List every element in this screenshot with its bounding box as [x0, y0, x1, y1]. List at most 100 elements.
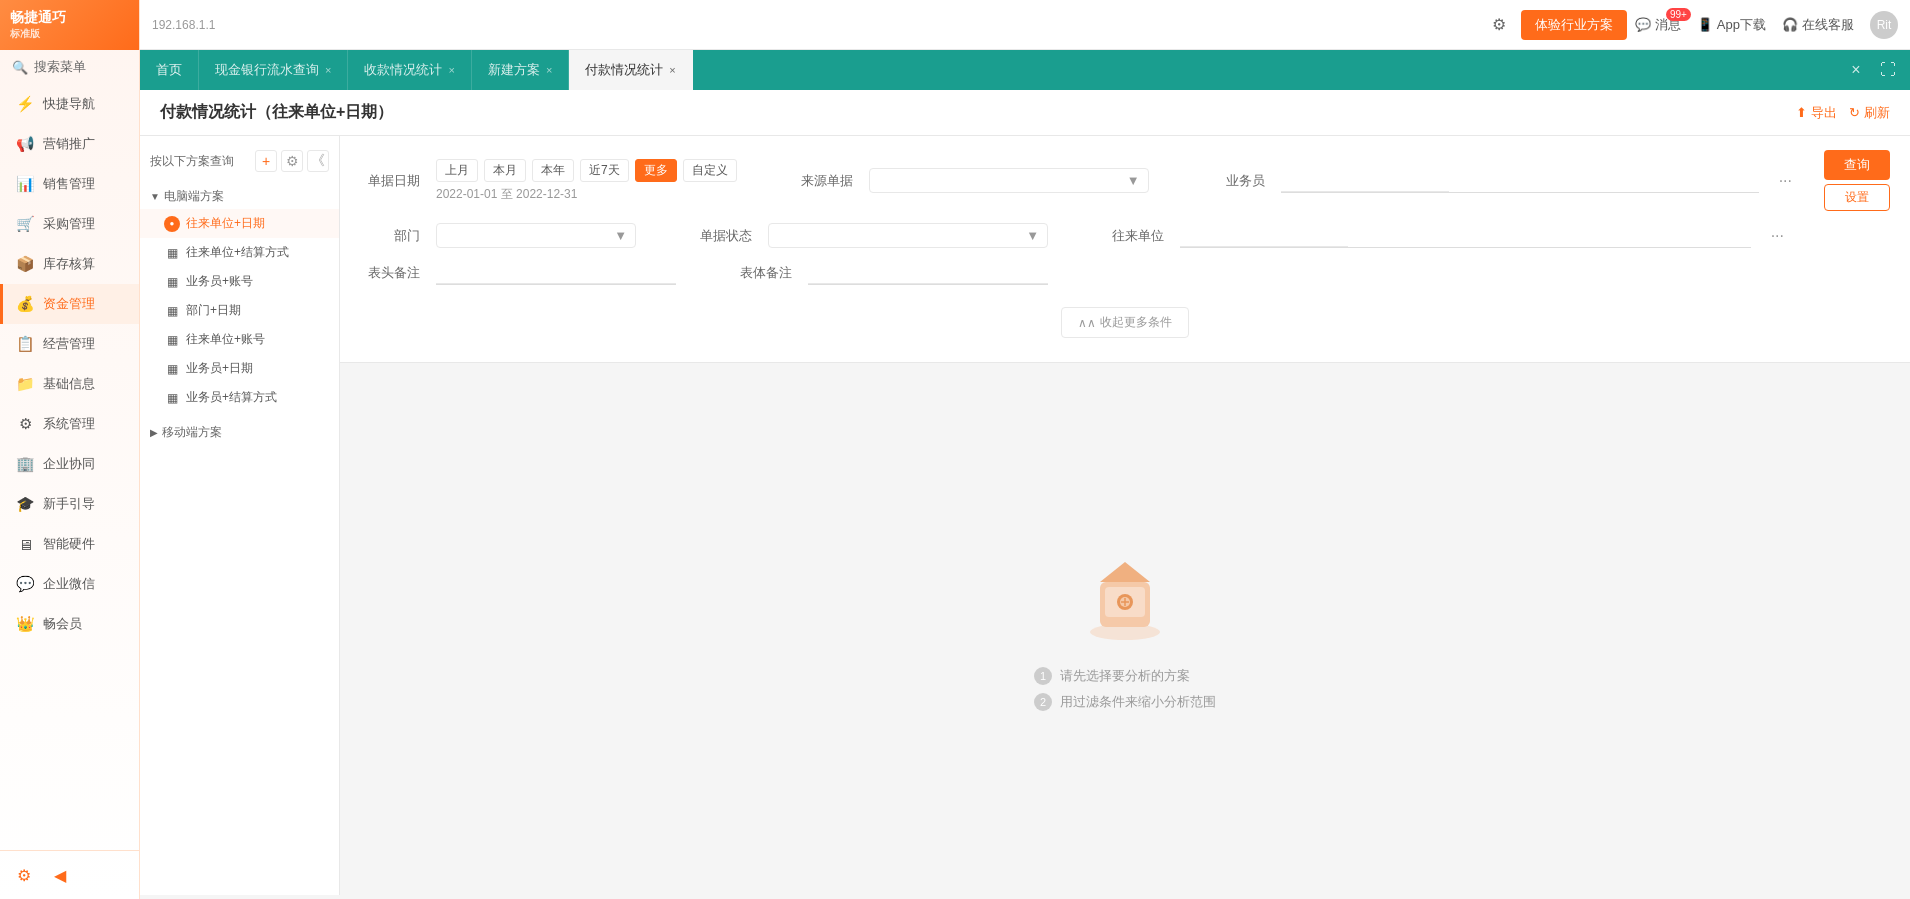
mobile-group-header[interactable]: ▶ 移动端方案 [140, 420, 339, 445]
app-download-label: App下载 [1717, 16, 1766, 34]
source-select[interactable]: ▼ [869, 168, 1149, 193]
plan-staff-account[interactable]: ▦ 业务员+账号 [140, 267, 339, 296]
sidebar-item-guide[interactable]: 🎓 新手引导 [0, 484, 139, 524]
sidebar-item-wechat[interactable]: 💬 企业微信 [0, 564, 139, 604]
settings-btn[interactable]: ⚙ [10, 861, 38, 889]
purchase-icon: 🛒 [15, 214, 35, 234]
plan-label-staff-account: 业务员+账号 [186, 273, 253, 290]
topbar-right: 💬 消息 99+ 📱 App下载 🎧 在线客服 Rit [1635, 11, 1898, 39]
plan-settings-icon[interactable]: ⚙ [281, 150, 303, 172]
date-more[interactable]: 更多 [635, 159, 677, 182]
tab-label-new-plan: 新建方案 [488, 61, 540, 79]
plan-items: ● 往来单位+日期 ▦ 往来单位+结算方式 ▦ 业务员+账号 ▦ 部门+日期 ▦… [140, 209, 339, 412]
app-download-btn[interactable]: 📱 App下载 [1697, 16, 1766, 34]
logo-text: 畅捷通巧 [10, 9, 66, 25]
message-btn[interactable]: 💬 消息 99+ [1635, 16, 1681, 34]
sidebar-item-marketing[interactable]: 📢 营销推广 [0, 124, 139, 164]
source-label: 来源单据 [793, 172, 853, 190]
online-service-btn[interactable]: 🎧 在线客服 [1782, 16, 1854, 34]
desktop-plan-group: ▼ 电脑端方案 ● 往来单位+日期 ▦ 往来单位+结算方式 ▦ 业务员+账号 ▦… [140, 180, 339, 416]
tip-num-1: 1 [1034, 667, 1052, 685]
dept-select[interactable]: ▼ [436, 223, 636, 248]
tabs-container: 现金银行流水查询 × 收款情况统计 × 新建方案 × 付款情况统计 × [199, 50, 693, 90]
maximize-icon[interactable]: ⛶ [1876, 58, 1900, 82]
right-panel: 单据日期 上月 本月 本年 近7天 更多 自定义 2022-01-01 至 20… [340, 136, 1910, 895]
plan-label-staff-settle: 业务员+结算方式 [186, 389, 277, 406]
tab-new-plan[interactable]: 新建方案 × [472, 50, 569, 90]
close-tab-payment[interactable]: × [669, 64, 675, 76]
desktop-group-header[interactable]: ▼ 电脑端方案 [140, 184, 339, 209]
plan-unit-date[interactable]: ● 往来单位+日期 [140, 209, 339, 238]
date-this-year[interactable]: 本年 [532, 159, 574, 182]
plan-staff-date[interactable]: ▦ 业务员+日期 [140, 354, 339, 383]
collapse-icon: ∧∧ [1078, 316, 1096, 330]
tab-receipt[interactable]: 收款情况统计 × [348, 50, 471, 90]
date-7days[interactable]: 近7天 [580, 159, 629, 182]
plan-icon-unit-account: ▦ [164, 332, 180, 348]
close-all-icon[interactable]: × [1844, 58, 1868, 82]
message-icon: 💬 [1635, 17, 1651, 32]
close-tab-new-plan[interactable]: × [546, 64, 552, 76]
staff-dots[interactable]: ··· [1775, 172, 1796, 190]
gear-icon[interactable]: ⚙ [1485, 11, 1513, 39]
voucher-status-select[interactable]: ▼ [768, 223, 1048, 248]
plan-collapse-icon[interactable]: 《 [307, 150, 329, 172]
wechat-icon: 💬 [15, 574, 35, 594]
mobile-group-label: 移动端方案 [162, 424, 222, 441]
date-this-month[interactable]: 本月 [484, 159, 526, 182]
set-btn[interactable]: 设置 [1824, 184, 1890, 211]
table-head-note-container [436, 260, 676, 285]
tip-2-text: 用过滤条件来缩小分析范围 [1060, 693, 1216, 711]
close-tab-bank[interactable]: × [325, 64, 331, 76]
refresh-btn[interactable]: ↻ 刷新 [1849, 104, 1890, 122]
sidebar-logo: 畅捷通巧 标准版 [0, 0, 139, 50]
query-btn[interactable]: 查询 [1824, 150, 1890, 180]
sales-label: 销售管理 [43, 175, 95, 193]
tab-home[interactable]: 首页 [140, 50, 199, 90]
sidebar-item-basic[interactable]: 📁 基础信息 [0, 364, 139, 404]
partner-input[interactable] [1180, 223, 1348, 247]
plan-unit-account[interactable]: ▦ 往来单位+账号 [140, 325, 339, 354]
add-plan-icon[interactable]: + [255, 150, 277, 172]
sidebar-item-quick-nav[interactable]: ⚡ 快捷导航 [0, 84, 139, 124]
sidebar-item-capital[interactable]: 💰 资金管理 [0, 284, 139, 324]
plan-unit-settle[interactable]: ▦ 往来单位+结算方式 [140, 238, 339, 267]
tab-payment[interactable]: 付款情况统计 × [569, 50, 692, 90]
collapse-more-btn[interactable]: ∧∧ 收起更多条件 [1061, 307, 1189, 338]
sidebar-item-member[interactable]: 👑 畅会员 [0, 604, 139, 644]
basic-icon: 📁 [15, 374, 35, 394]
sidebar-item-corp[interactable]: 🏢 企业协同 [0, 444, 139, 484]
sidebar-item-purchase[interactable]: 🛒 采购管理 [0, 204, 139, 244]
trial-btn[interactable]: 体验行业方案 [1521, 10, 1627, 40]
user-avatar[interactable]: Rit [1870, 11, 1898, 39]
collapse-btn[interactable]: ◀ [46, 861, 74, 889]
plan-label: 按以下方案查询 [150, 153, 234, 170]
plan-label-unit-settle: 往来单位+结算方式 [186, 244, 289, 261]
partner-dots[interactable]: ··· [1767, 227, 1788, 245]
search-label: 搜索菜单 [34, 58, 86, 76]
voucher-status-arrow: ▼ [1026, 228, 1039, 243]
plan-dept-date[interactable]: ▦ 部门+日期 [140, 296, 339, 325]
sidebar-item-system[interactable]: ⚙ 系统管理 [0, 404, 139, 444]
lph-icons: + ⚙ 《 [255, 150, 329, 172]
table-head-note-input[interactable] [436, 260, 676, 284]
plan-label-unit-account: 往来单位+账号 [186, 331, 265, 348]
export-btn[interactable]: ⬆ 导出 [1796, 104, 1837, 122]
plan-staff-settle[interactable]: ▦ 业务员+结算方式 [140, 383, 339, 412]
date-last-month[interactable]: 上月 [436, 159, 478, 182]
sidebar-item-sales[interactable]: 📊 销售管理 [0, 164, 139, 204]
tab-bank[interactable]: 现金银行流水查询 × [199, 50, 348, 90]
staff-input-container [1281, 168, 1759, 193]
sidebar-item-inventory[interactable]: 📦 库存核算 [0, 244, 139, 284]
close-tab-receipt[interactable]: × [448, 64, 454, 76]
staff-label: 业务员 [1205, 172, 1265, 190]
sidebar-item-operation[interactable]: 📋 经营管理 [0, 324, 139, 364]
sidebar-item-hardware[interactable]: 🖥 智能硬件 [0, 524, 139, 564]
date-custom[interactable]: 自定义 [683, 159, 737, 182]
mobile-plan-group: ▶ 移动端方案 [140, 416, 339, 449]
sidebar-search[interactable]: 🔍 搜索菜单 [0, 50, 139, 84]
table-body-note-input[interactable] [808, 260, 1048, 284]
left-panel: 按以下方案查询 + ⚙ 《 ▼ 电脑端方案 ● 往来单位+日期 ▦ 往来单 [140, 136, 340, 895]
staff-input[interactable] [1281, 168, 1449, 192]
guide-label: 新手引导 [43, 495, 95, 513]
